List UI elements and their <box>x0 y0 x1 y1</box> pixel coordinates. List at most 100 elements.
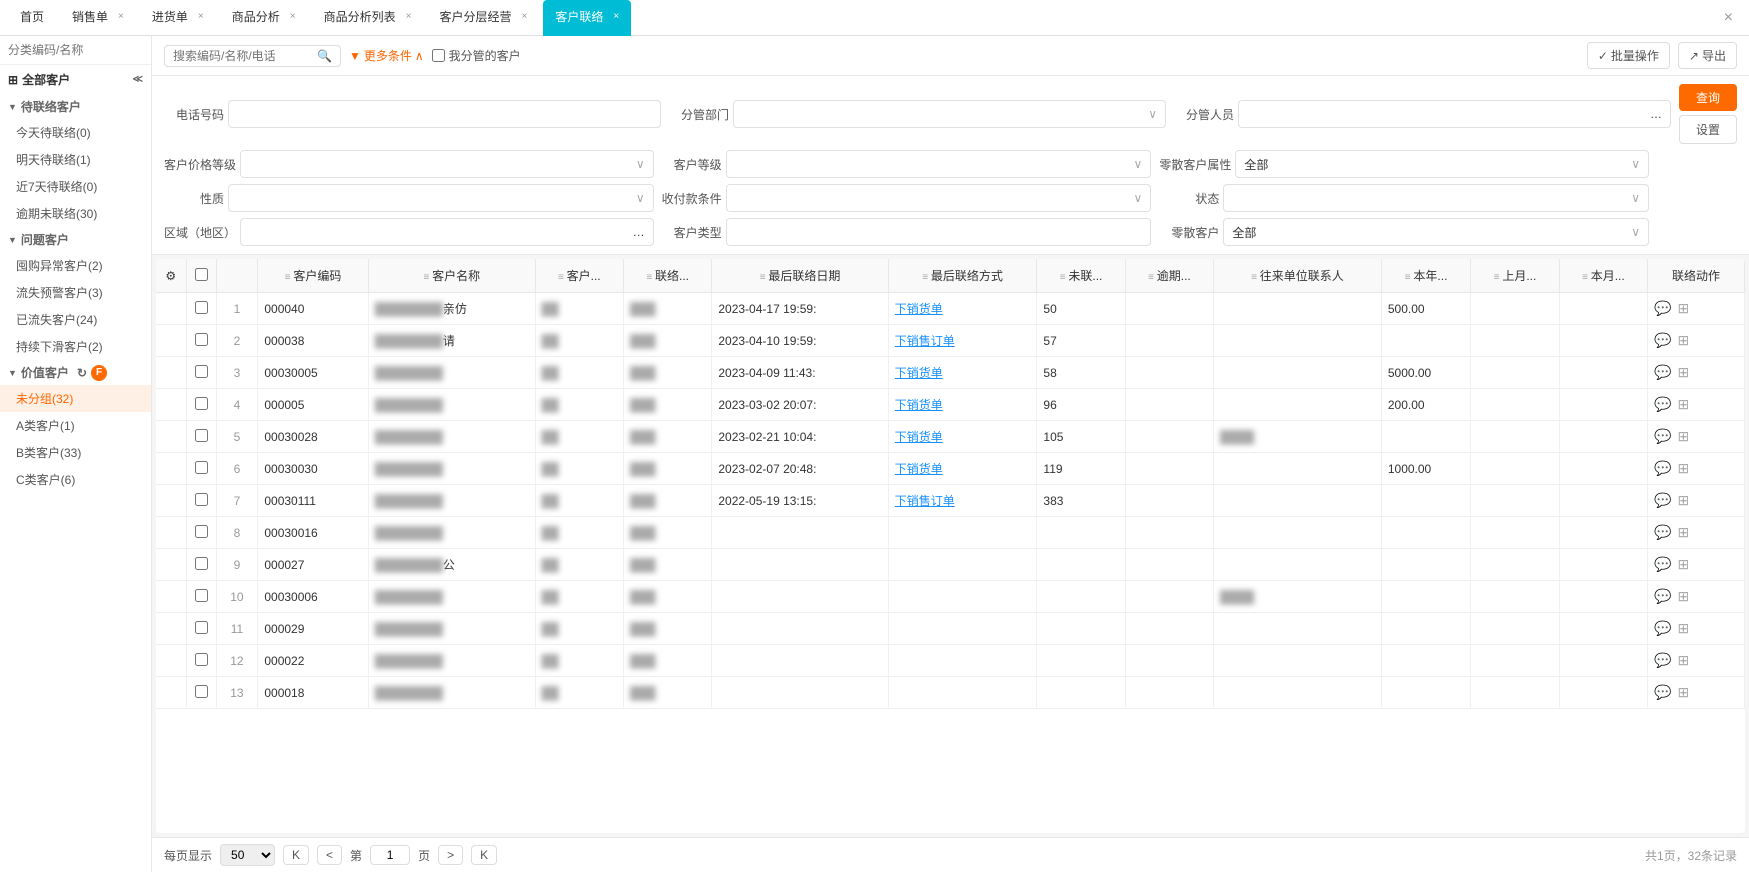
tab-product-analysis-list-close[interactable]: × <box>406 11 412 22</box>
row-check[interactable] <box>186 613 216 645</box>
dept-select[interactable]: ∨ <box>733 100 1166 128</box>
grid-action-icon[interactable]: ⊞ <box>1678 620 1690 637</box>
col-level[interactable]: 客户... <box>535 259 623 293</box>
row-last-contact-method[interactable] <box>888 645 1037 677</box>
row-checkbox[interactable] <box>195 653 208 666</box>
grid-action-icon[interactable]: ⊞ <box>1678 364 1690 381</box>
row-last-contact-method[interactable]: 下销货单 <box>888 293 1037 325</box>
sidebar-item-declining[interactable]: 持续下滑客户(2) <box>0 333 151 360</box>
sidebar-group-value[interactable]: ▼ 价值客户 ↻ F <box>0 360 151 385</box>
sidebar-group-pending[interactable]: ▼ 待联络客户 <box>0 94 151 119</box>
row-checkbox[interactable] <box>195 429 208 442</box>
row-check[interactable] <box>186 389 216 421</box>
grid-action-icon[interactable]: ⊞ <box>1678 300 1690 317</box>
sidebar-item-unclassified[interactable]: 未分组(32) <box>0 385 151 412</box>
grid-action-icon[interactable]: ⊞ <box>1678 332 1690 349</box>
prev-page-btn[interactable]: < <box>317 845 342 865</box>
grid-action-icon[interactable]: ⊞ <box>1678 428 1690 445</box>
zero-sales-select[interactable]: 全部 ∨ <box>1223 218 1649 246</box>
grid-action-icon[interactable]: ⊞ <box>1678 396 1690 413</box>
row-last-contact-method[interactable]: 下销售订单 <box>888 485 1037 517</box>
message-icon[interactable]: 💬 <box>1654 428 1671 445</box>
my-customers-check[interactable] <box>432 49 445 62</box>
message-icon[interactable]: 💬 <box>1654 300 1671 317</box>
row-last-contact-method[interactable] <box>888 613 1037 645</box>
row-checkbox[interactable] <box>195 525 208 538</box>
col-last-contact-date[interactable]: 最后联络日期 <box>712 259 888 293</box>
row-checkbox[interactable] <box>195 621 208 634</box>
row-checkbox[interactable] <box>195 461 208 474</box>
row-last-contact-method[interactable] <box>888 549 1037 581</box>
page-input[interactable] <box>370 845 410 865</box>
sidebar-item-abnormal[interactable]: 囤购异常客户(2) <box>0 252 151 279</box>
col-settings[interactable]: ⚙ <box>156 259 186 293</box>
col-check[interactable] <box>186 259 216 293</box>
sidebar-group-problem[interactable]: ▼ 问题客户 <box>0 227 151 252</box>
tab-purchase-close[interactable]: × <box>198 11 204 22</box>
col-company-contact[interactable]: 往来单位联系人 <box>1214 259 1382 293</box>
row-checkbox[interactable] <box>195 301 208 314</box>
tab-product-analysis-close[interactable]: × <box>290 11 296 22</box>
last-page-btn[interactable]: K <box>471 845 497 865</box>
row-checkbox[interactable] <box>195 397 208 410</box>
row-check[interactable] <box>186 517 216 549</box>
zero-sales-attr-select[interactable]: 全部 ∨ <box>1235 150 1649 178</box>
sidebar-item-churn-warning[interactable]: 流失预警客户(3) <box>0 279 151 306</box>
tab-customer-contact[interactable]: 客户联络 × <box>543 0 631 36</box>
col-code[interactable]: 客户编码 <box>258 259 369 293</box>
row-checkbox[interactable] <box>195 557 208 570</box>
export-button[interactable]: ↗ 导出 <box>1678 42 1737 69</box>
select-all-check[interactable] <box>195 268 208 281</box>
message-icon[interactable]: 💬 <box>1654 556 1671 573</box>
nature-select[interactable]: ∨ <box>228 184 654 212</box>
grid-action-icon[interactable]: ⊞ <box>1678 684 1690 701</box>
message-icon[interactable]: 💬 <box>1654 588 1671 605</box>
grid-action-icon[interactable]: ⊞ <box>1678 652 1690 669</box>
region-select[interactable]: … <box>240 218 654 246</box>
sidebar-item-class-b[interactable]: B类客户(33) <box>0 439 151 466</box>
row-last-contact-method[interactable] <box>888 677 1037 709</box>
sidebar-item-churned[interactable]: 已流失客户(24) <box>0 306 151 333</box>
tab-customer-segment[interactable]: 客户分层经营 × <box>427 0 539 36</box>
grid-action-icon[interactable]: ⊞ <box>1678 556 1690 573</box>
row-check[interactable] <box>186 581 216 613</box>
nav-close-button[interactable]: × <box>1716 5 1741 31</box>
message-icon[interactable]: 💬 <box>1654 652 1671 669</box>
col-not-contacted[interactable]: 未联... <box>1037 259 1125 293</box>
row-check[interactable] <box>186 421 216 453</box>
grid-action-icon[interactable]: ⊞ <box>1678 460 1690 477</box>
row-last-contact-method[interactable]: 下销货单 <box>888 421 1037 453</box>
row-last-contact-method[interactable]: 下销货单 <box>888 453 1037 485</box>
page-size-select[interactable]: 50 100 200 <box>220 844 275 866</box>
row-check[interactable] <box>186 453 216 485</box>
row-check[interactable] <box>186 357 216 389</box>
col-last-month[interactable]: 上月... <box>1471 259 1559 293</box>
value-refresh-icon[interactable]: ↻ <box>77 366 87 380</box>
row-last-contact-method[interactable]: 下销货单 <box>888 357 1037 389</box>
row-checkbox[interactable] <box>195 333 208 346</box>
message-icon[interactable]: 💬 <box>1654 396 1671 413</box>
message-icon[interactable]: 💬 <box>1654 460 1671 477</box>
customer-type-select[interactable] <box>726 218 1152 246</box>
row-check[interactable] <box>186 325 216 357</box>
col-this-year[interactable]: 本年... <box>1381 259 1471 293</box>
message-icon[interactable]: 💬 <box>1654 364 1671 381</box>
col-overdue[interactable]: 逾期... <box>1125 259 1213 293</box>
row-checkbox[interactable] <box>195 365 208 378</box>
sidebar-item-class-c[interactable]: C类客户(6) <box>0 466 151 493</box>
tab-product-analysis-list[interactable]: 商品分析列表 × <box>312 0 424 36</box>
row-checkbox[interactable] <box>195 493 208 506</box>
row-checkbox[interactable] <box>195 685 208 698</box>
grid-action-icon[interactable]: ⊞ <box>1678 524 1690 541</box>
message-icon[interactable]: 💬 <box>1654 684 1671 701</box>
row-last-contact-method[interactable]: 下销售订单 <box>888 325 1037 357</box>
search-input[interactable] <box>173 49 313 63</box>
row-check[interactable] <box>186 293 216 325</box>
col-last-contact-method[interactable]: 最后联络方式 <box>888 259 1037 293</box>
message-icon[interactable]: 💬 <box>1654 524 1671 541</box>
tab-product-analysis[interactable]: 商品分析 × <box>220 0 308 36</box>
tab-purchase[interactable]: 进货单 × <box>140 0 216 36</box>
row-last-contact-method[interactable] <box>888 581 1037 613</box>
tab-home[interactable]: 首页 <box>8 0 56 36</box>
tab-sales[interactable]: 销售单 × <box>60 0 136 36</box>
